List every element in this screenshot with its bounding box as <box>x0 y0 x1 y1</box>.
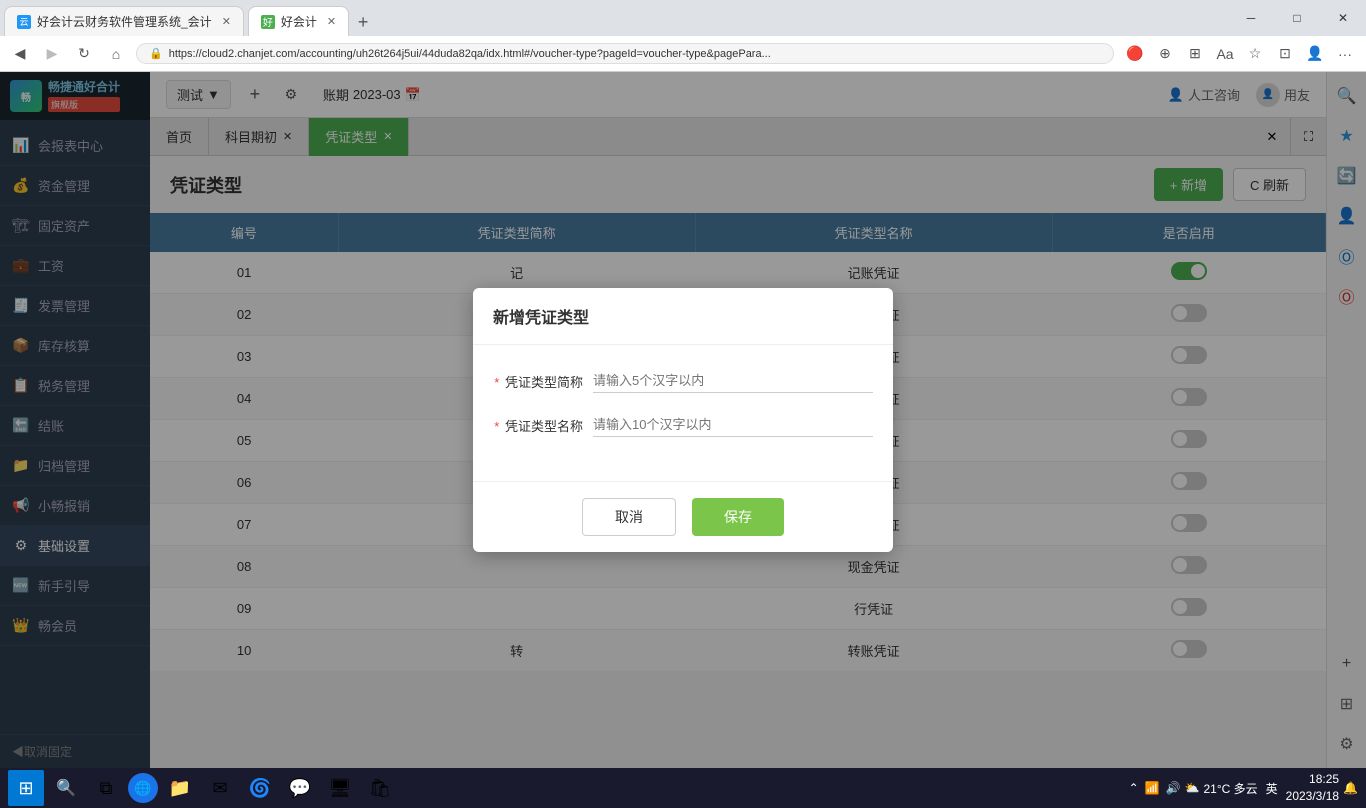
input-name[interactable] <box>593 413 873 437</box>
more-button[interactable]: ··· <box>1332 41 1358 67</box>
taskbar: ⊞ 🔍 ⧉ 🌐 📁 ✉ 🌀 💬 🖥 🛍 ⌃ 📶 🔊 ⛅ 21°C 多云 英 18… <box>0 768 1366 808</box>
taskbar-wechat-icon[interactable]: 💬 <box>282 770 318 806</box>
reading-mode-button[interactable]: Aa <box>1212 41 1238 67</box>
modal-title: 新增凭证类型 <box>473 288 893 345</box>
minimize-button[interactable]: ─ <box>1228 0 1274 36</box>
form-row-name: * 凭证类型名称 <box>493 413 873 437</box>
taskbar-email-icon[interactable]: ✉ <box>202 770 238 806</box>
browser-actions: 🔴 ⊕ ⊞ Aa ☆ ⊡ 👤 ··· <box>1122 41 1358 67</box>
url-bar[interactable]: 🔒 https://cloud2.chanjet.com/accounting/… <box>136 43 1114 64</box>
browser-tab-2[interactable]: 好 好会计 ✕ <box>248 6 349 36</box>
label-short-text: 凭证类型简称 <box>505 375 583 390</box>
reload-button[interactable]: ↻ <box>72 42 96 66</box>
tab-groups-button[interactable]: ⊞ <box>1182 41 1208 67</box>
form-label-name: * 凭证类型名称 <box>493 416 583 435</box>
lock-icon: 🔒 <box>149 47 163 60</box>
taskbar-store-icon[interactable]: 🛍 <box>362 770 398 806</box>
tab-close-2[interactable]: ✕ <box>327 15 336 28</box>
taskbar-weather: ⛅ 21°C 多云 <box>1185 780 1258 797</box>
language-indicator[interactable]: 英 <box>1262 780 1282 797</box>
taskbar-app-icon[interactable]: 🖥 <box>322 770 358 806</box>
taskbar-search-button[interactable]: 🔍 <box>48 770 84 806</box>
new-tab-button[interactable]: + <box>349 8 377 36</box>
tab-favicon-2: 好 <box>261 15 275 29</box>
modal-footer: 取消 保存 <box>473 481 893 552</box>
url-text: https://cloud2.chanjet.com/accounting/uh… <box>169 48 771 60</box>
favorites-button[interactable]: ☆ <box>1242 41 1268 67</box>
taskbar-up-arrow[interactable]: ⌃ <box>1129 781 1139 795</box>
input-short[interactable] <box>593 369 873 393</box>
required-star-1: * <box>494 375 499 390</box>
required-star-2: * <box>494 419 499 434</box>
tab-label-2: 好会计 <box>281 13 317 30</box>
taskbar-right: ⌃ 📶 🔊 ⛅ 21°C 多云 英 18:25 2023/3/18 🔔 <box>1129 771 1358 805</box>
notification-icon[interactable]: 🔔 <box>1343 781 1358 795</box>
collections-button[interactable]: ⊡ <box>1272 41 1298 67</box>
form-label-short: * 凭证类型简称 <box>493 372 583 391</box>
taskbar-explorer-icon[interactable]: 📁 <box>162 770 198 806</box>
new-voucher-modal: 新增凭证类型 * 凭证类型简称 * 凭证类型名称 取消 保存 <box>473 288 893 552</box>
label-name-text: 凭证类型名称 <box>505 419 583 434</box>
taskbar-date-text: 2023/3/18 <box>1286 788 1339 805</box>
star-button[interactable]: ⊕ <box>1152 41 1178 67</box>
tab-close-1[interactable]: ✕ <box>222 15 231 28</box>
close-button[interactable]: ✕ <box>1320 0 1366 36</box>
window-controls: ─ □ ✕ <box>1228 0 1366 36</box>
wifi-icon: 📶 <box>1145 781 1160 795</box>
modal-overlay: 新增凭证类型 * 凭证类型简称 * 凭证类型名称 取消 保存 <box>0 72 1366 768</box>
save-button[interactable]: 保存 <box>692 498 784 536</box>
profile-button[interactable]: 👤 <box>1302 41 1328 67</box>
browser-tab-1[interactable]: 云 好会计云财务软件管理系统_会计 ✕ <box>4 6 244 36</box>
home-button[interactable]: ⌂ <box>104 42 128 66</box>
extensions-button[interactable]: 🔴 <box>1122 41 1148 67</box>
weather-text: 21°C 多云 <box>1203 780 1257 797</box>
taskbar-browser-icon[interactable]: 🌐 <box>128 773 158 803</box>
maximize-button[interactable]: □ <box>1274 0 1320 36</box>
tab-favicon-1: 云 <box>17 15 31 29</box>
address-bar: ◀ ▶ ↻ ⌂ 🔒 https://cloud2.chanjet.com/acc… <box>0 36 1366 72</box>
taskbar-time-text: 18:25 <box>1286 771 1339 788</box>
tab-bar: 云 好会计云财务软件管理系统_会计 ✕ 好 好会计 ✕ + ─ □ ✕ <box>0 0 1366 36</box>
browser-window: 云 好会计云财务软件管理系统_会计 ✕ 好 好会计 ✕ + ─ □ ✕ ◀ ▶ … <box>0 0 1366 72</box>
taskbar-taskview[interactable]: ⧉ <box>88 770 124 806</box>
form-row-short: * 凭证类型简称 <box>493 369 873 393</box>
taskbar-datetime: 18:25 2023/3/18 <box>1286 771 1339 805</box>
forward-button[interactable]: ▶ <box>40 42 64 66</box>
taskbar-edge-icon[interactable]: 🌀 <box>242 770 278 806</box>
back-button[interactable]: ◀ <box>8 42 32 66</box>
modal-body: * 凭证类型简称 * 凭证类型名称 <box>473 345 893 481</box>
speaker-icon: 🔊 <box>1166 781 1181 795</box>
start-button[interactable]: ⊞ <box>8 770 44 806</box>
weather-icon: ⛅ <box>1185 781 1200 795</box>
cancel-button[interactable]: 取消 <box>582 498 676 536</box>
notification-area: ⌃ 📶 🔊 <box>1129 781 1181 795</box>
tab-label-1: 好会计云财务软件管理系统_会计 <box>37 13 212 30</box>
